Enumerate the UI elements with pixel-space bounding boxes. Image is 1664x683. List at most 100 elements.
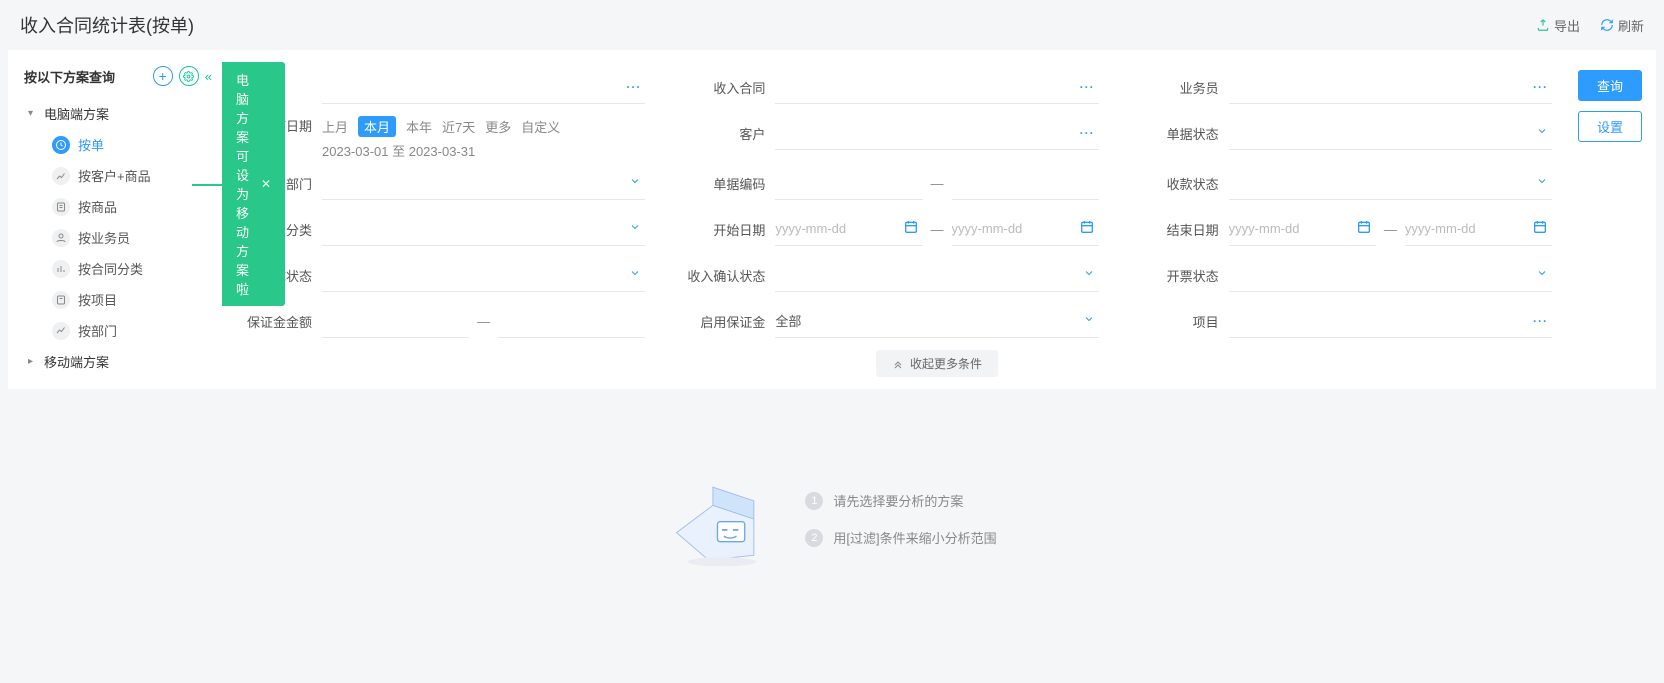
sign-date-control: 上月 本月 本年 近7天 更多 自定义 2023-03-01 至 2023-03… — [322, 116, 645, 160]
filter-contract: 收入合同 ··· — [685, 64, 1098, 110]
filter-customer: 客户 ··· — [685, 110, 1098, 156]
export-button[interactable]: 导出 — [1536, 16, 1580, 35]
filter-project: 项目 ··· — [1139, 298, 1552, 344]
invoice-status-select[interactable] — [1229, 258, 1552, 292]
empty-illustration — [667, 469, 777, 569]
filter-label: 保证金金额 — [232, 312, 322, 331]
start-date-from[interactable] — [775, 212, 922, 246]
range-dash: — — [931, 222, 944, 237]
sidebar-item-label: 按商品 — [78, 197, 117, 216]
tip-bubble: 电脑方案可设为移动方案啦 ✕ — [218, 62, 285, 306]
collapse-button[interactable]: 收起更多条件 — [876, 350, 998, 377]
complete-status-select[interactable] — [322, 258, 645, 292]
date-quick-this-year[interactable]: 本年 — [406, 117, 432, 136]
dept-select[interactable] — [322, 166, 645, 200]
step-text: 用[过滤]条件来缩小分析范围 — [833, 528, 996, 547]
empty-zone: 1 请先选择要分析的方案 2 用[过滤]条件来缩小分析范围 — [0, 389, 1664, 629]
page-title: 收入合同统计表(按单) — [20, 12, 194, 38]
calendar-icon — [1532, 219, 1548, 238]
dots-icon: ··· — [1080, 80, 1095, 94]
gear-icon — [183, 71, 194, 82]
chevron-down-icon — [1536, 267, 1548, 282]
tip-close-icon[interactable]: ✕ — [261, 177, 271, 191]
chevron-down-icon — [1083, 313, 1095, 328]
blank-select[interactable]: ··· — [322, 70, 645, 104]
sidebar-item-by-project[interactable]: 按项目 — [44, 284, 218, 315]
query-button[interactable]: 查询 — [1578, 70, 1642, 101]
chevron-down-icon — [1083, 267, 1095, 282]
contract-cat-select[interactable] — [322, 212, 645, 246]
start-date-range: — — [775, 212, 1098, 246]
filter-label: 项目 — [1139, 312, 1229, 331]
filter-contract-cat: 合同分类 — [232, 206, 645, 252]
contract-select[interactable]: ··· — [775, 70, 1098, 104]
bars-icon — [52, 260, 70, 278]
empty-step-1: 1 请先选择要分析的方案 — [805, 491, 996, 510]
user-icon — [52, 229, 70, 247]
tree-group-mobile[interactable]: ▸ 移动端方案 — [18, 346, 218, 377]
deposit-to[interactable] — [498, 304, 645, 338]
end-date-from[interactable] — [1229, 212, 1376, 246]
sidebar: 按以下方案查询 + « 电脑方案可设为移动方案啦 ✕ ▾ 电脑端方案 按单 — [8, 50, 218, 389]
end-date-to[interactable] — [1405, 212, 1552, 246]
use-deposit-select[interactable]: 全部 — [775, 304, 1098, 338]
filter-label: 单据编码 — [685, 174, 775, 193]
filter-grid: ··· 收入合同 ··· 业务员 ··· — [232, 64, 1552, 344]
filter-label: 客户 — [685, 124, 775, 143]
filter-receive-status: 收款状态 — [1139, 160, 1552, 206]
settings-button[interactable]: 设置 — [1578, 111, 1642, 142]
filter-label: 收入确认状态 — [685, 266, 775, 285]
filter-deposit: 保证金金额 — — [232, 298, 645, 344]
range-dash: — — [931, 176, 944, 191]
filter-income-confirm: 收入确认状态 — [685, 252, 1098, 298]
filter-bill-status: 单据状态 — [1139, 110, 1552, 156]
sidebar-collapse-icon[interactable]: « — [205, 69, 212, 84]
sidebar-item-by-order[interactable]: 按单 — [44, 129, 218, 160]
income-confirm-select[interactable] — [775, 258, 1098, 292]
sidebar-item-by-dept[interactable]: 按部门 — [44, 315, 218, 346]
sidebar-item-by-salesman[interactable]: 按业务员 — [44, 222, 218, 253]
tip-text: 电脑方案可设为移动方案啦 — [236, 70, 249, 298]
caret-down-icon: ▾ — [28, 108, 38, 119]
bill-no-to[interactable] — [952, 166, 1099, 200]
date-quick-this-month[interactable]: 本月 — [358, 116, 396, 137]
clock-icon — [52, 136, 70, 154]
deposit-from[interactable] — [322, 304, 469, 338]
add-scheme-button[interactable]: + — [153, 66, 173, 86]
date-quick-more[interactable]: 更多 — [485, 117, 511, 136]
filter-start-date: 开始日期 — — [685, 206, 1098, 252]
refresh-label: 刷新 — [1618, 16, 1644, 35]
filter-label: 收款状态 — [1139, 174, 1229, 193]
sidebar-header: 按以下方案查询 + « — [18, 60, 218, 92]
sidebar-item-by-customer-product[interactable]: 按客户+商品 — [44, 160, 218, 191]
date-quick-last-month[interactable]: 上月 — [322, 117, 348, 136]
date-quick-last7[interactable]: 近7天 — [442, 117, 475, 136]
sidebar-item-label: 按项目 — [78, 290, 117, 309]
filter-label: 启用保证金 — [685, 312, 775, 331]
sidebar-item-by-product[interactable]: 按商品 — [44, 191, 218, 222]
start-date-to[interactable] — [952, 212, 1099, 246]
sidebar-title: 按以下方案查询 — [24, 67, 115, 86]
filter-use-deposit: 启用保证金 全部 — [685, 298, 1098, 344]
main-panel: 按以下方案查询 + « 电脑方案可设为移动方案啦 ✕ ▾ 电脑端方案 按单 — [8, 50, 1656, 389]
sidebar-item-by-category[interactable]: 按合同分类 — [44, 253, 218, 284]
customer-select[interactable]: ··· — [775, 116, 1098, 150]
tree-group-label: 移动端方案 — [44, 352, 109, 371]
refresh-icon — [1600, 18, 1614, 32]
date-range-text: 2023-03-01 至 2023-03-31 — [322, 141, 645, 160]
settings-scheme-button[interactable] — [179, 66, 199, 86]
bill-status-select[interactable] — [1229, 116, 1552, 150]
refresh-button[interactable]: 刷新 — [1600, 16, 1644, 35]
date-quick-custom[interactable]: 自定义 — [521, 117, 560, 136]
deposit-range: — — [322, 304, 645, 338]
tree-group-desktop[interactable]: ▾ 电脑端方案 — [18, 98, 218, 129]
chevron-down-icon — [629, 221, 641, 236]
use-deposit-value: 全部 — [775, 311, 801, 330]
receive-status-select[interactable] — [1229, 166, 1552, 200]
filter-label: 收入合同 — [685, 78, 775, 97]
bill-no-range: — — [775, 166, 1098, 200]
bill-no-from[interactable] — [775, 166, 922, 200]
salesman-select[interactable]: ··· — [1229, 70, 1552, 104]
project-select[interactable]: ··· — [1229, 304, 1552, 338]
step-text: 请先选择要分析的方案 — [833, 491, 963, 510]
